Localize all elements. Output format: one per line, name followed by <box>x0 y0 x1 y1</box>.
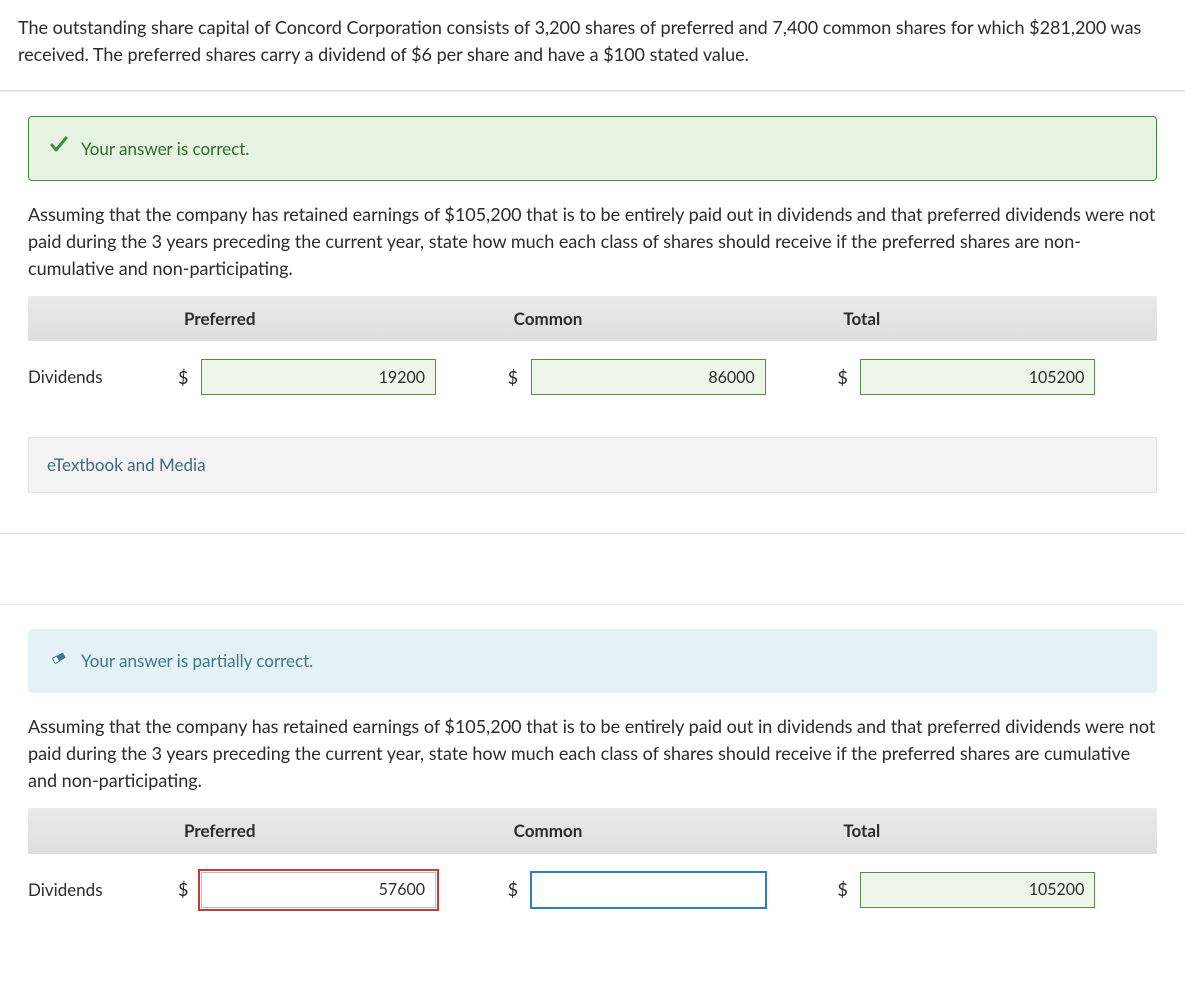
etextbook-media-button[interactable]: eTextbook and Media <box>28 437 1157 493</box>
preferred-input-1[interactable] <box>201 359 436 395</box>
part-1: Your answer is correct. Assuming that th… <box>0 92 1185 534</box>
currency-symbol: $ <box>178 364 188 391</box>
question-1-text: Assuming that the company has retained e… <box>28 201 1157 282</box>
col-total: Total <box>827 296 1157 342</box>
col-total: Total <box>827 808 1157 854</box>
col-preferred: Preferred <box>168 296 498 342</box>
table-row: Dividends $ $ $ <box>28 854 1157 926</box>
part-2: Your answer is partially correct. Assumi… <box>0 605 1185 936</box>
question-1: Assuming that the company has retained e… <box>0 189 1185 296</box>
currency-symbol: $ <box>508 364 518 391</box>
alert-text: Your answer is partially correct. <box>81 648 313 674</box>
dividends-table-2: Preferred Common Total Dividends $ $ $ <box>28 808 1157 926</box>
table-header-row: Preferred Common Total <box>28 808 1157 854</box>
currency-symbol: $ <box>178 876 188 903</box>
currency-symbol: $ <box>837 876 847 903</box>
common-input-2[interactable] <box>531 872 766 908</box>
alert-partial: Your answer is partially correct. <box>28 629 1157 694</box>
row-label-dividends: Dividends <box>28 854 168 926</box>
question-2-text: Assuming that the company has retained e… <box>28 713 1157 794</box>
preferred-input-2[interactable] <box>201 872 436 908</box>
total-input-2[interactable] <box>860 872 1095 908</box>
currency-symbol: $ <box>508 876 518 903</box>
question-2: Assuming that the company has retained e… <box>0 701 1185 808</box>
col-common: Common <box>498 808 828 854</box>
problem-intro: The outstanding share capital of Concord… <box>0 0 1185 91</box>
col-common: Common <box>498 296 828 342</box>
currency-symbol: $ <box>837 364 847 391</box>
row-label-dividends: Dividends <box>28 341 168 413</box>
total-input-1[interactable] <box>860 359 1095 395</box>
intro-text: The outstanding share capital of Concord… <box>18 14 1167 68</box>
table-row: Dividends $ $ $ <box>28 341 1157 413</box>
col-preferred: Preferred <box>168 808 498 854</box>
common-input-1[interactable] <box>531 359 766 395</box>
dividends-table-1: Preferred Common Total Dividends $ $ $ <box>28 296 1157 414</box>
alert-correct: Your answer is correct. <box>28 116 1157 181</box>
alert-text: Your answer is correct. <box>81 136 249 162</box>
table-header-row: Preferred Common Total <box>28 296 1157 342</box>
eraser-icon <box>49 648 69 675</box>
etextbook-label: eTextbook and Media <box>47 454 206 475</box>
check-icon <box>49 135 69 162</box>
